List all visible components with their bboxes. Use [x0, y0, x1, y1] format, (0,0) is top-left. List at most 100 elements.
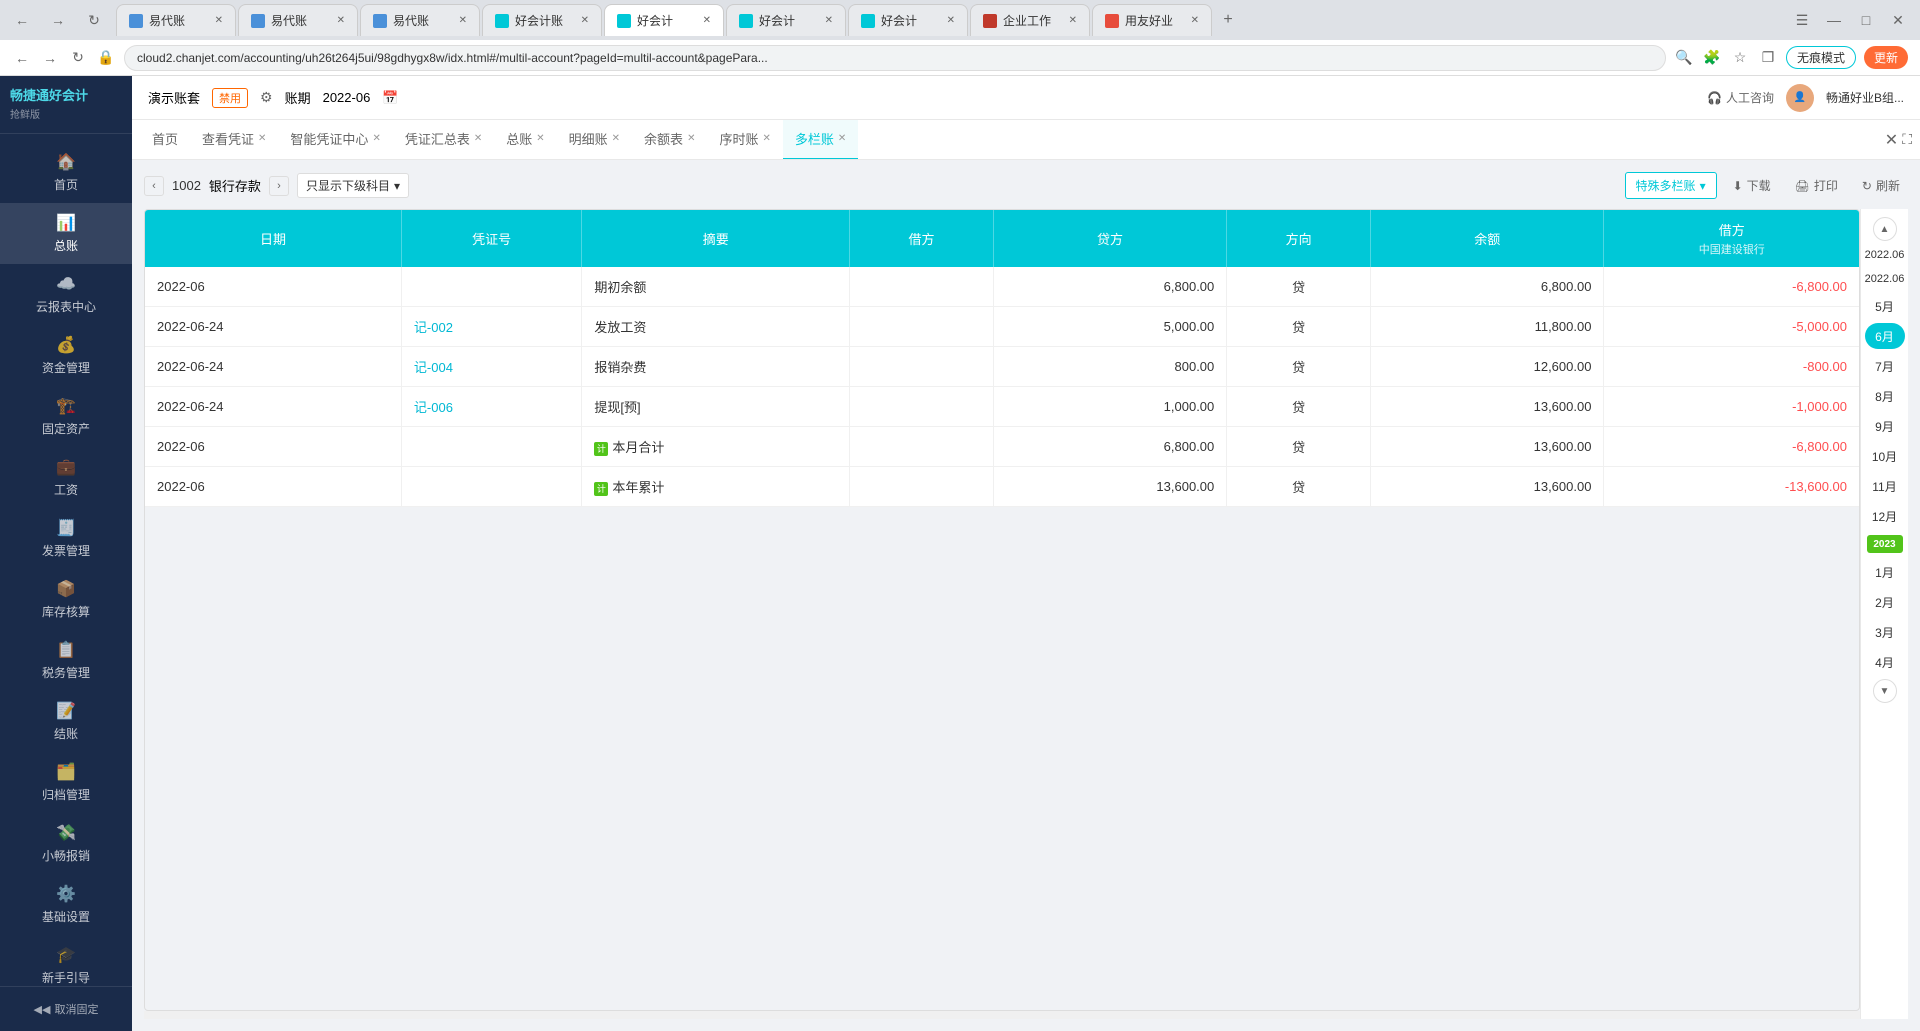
tab-home[interactable]: 首页: [140, 120, 190, 160]
voucher-link[interactable]: 记-002: [414, 320, 453, 335]
sidebar-item-archive[interactable]: 🗂️ 归档管理: [0, 752, 132, 813]
tab-close-5[interactable]: ✕: [703, 15, 711, 26]
new-tab-button[interactable]: +: [1214, 6, 1242, 34]
browser-tab-4[interactable]: 好会计账 ✕: [482, 4, 602, 36]
tab-multi-col[interactable]: 多栏账 ✕: [783, 120, 858, 160]
tab-close-8[interactable]: ✕: [1069, 15, 1077, 26]
tab-balance[interactable]: 余额表 ✕: [632, 120, 707, 160]
sidebar-item-payroll[interactable]: 💼 工资: [0, 447, 132, 508]
tab-voucher[interactable]: 查看凭证 ✕: [190, 120, 278, 160]
month-5[interactable]: 5月: [1865, 293, 1905, 319]
user-avatar[interactable]: 👤: [1786, 84, 1814, 112]
month-10[interactable]: 10月: [1865, 443, 1905, 469]
tab-multi-col-close[interactable]: ✕: [838, 133, 846, 144]
tab-balance-close[interactable]: ✕: [687, 133, 695, 144]
month-4[interactable]: 4月: [1865, 649, 1905, 675]
browser-tab-2[interactable]: 易代账 ✕: [238, 4, 358, 36]
sidebar-item-guide[interactable]: 🎓 新手引导: [0, 935, 132, 986]
tab-scroll-left[interactable]: ☰: [1788, 6, 1816, 34]
voucher-link[interactable]: 记-004: [414, 360, 453, 375]
sidebar-item-reports[interactable]: ☁️ 云报表中心: [0, 264, 132, 325]
tab-detail-ledger-close[interactable]: ✕: [612, 133, 620, 144]
calendar-icon[interactable]: 📅: [382, 90, 398, 106]
minimize-button[interactable]: —: [1820, 6, 1848, 34]
sidebar-item-expense[interactable]: 💸 小畅报销: [0, 813, 132, 874]
window-close-button[interactable]: ✕: [1884, 6, 1912, 34]
tab-detail-ledger[interactable]: 明细账 ✕: [557, 120, 632, 160]
browser-tab-3[interactable]: 易代账 ✕: [360, 4, 480, 36]
search-icon[interactable]: 🔍: [1674, 48, 1694, 68]
consult-button[interactable]: 🎧 人工咨询: [1707, 89, 1774, 106]
sidebar-item-settings[interactable]: ⚙️ 基础设置: [0, 874, 132, 935]
bottom-scrollbar[interactable]: [144, 1011, 1860, 1019]
tab-smart-voucher-close[interactable]: ✕: [372, 133, 380, 144]
sidebar-item-funds[interactable]: 💰 资金管理: [0, 325, 132, 386]
browser-tab-7[interactable]: 好会计 ✕: [848, 4, 968, 36]
tab-general-ledger[interactable]: 总账 ✕: [494, 120, 556, 160]
scroll-down-button[interactable]: ▼: [1873, 679, 1897, 703]
address-input[interactable]: [124, 45, 1666, 71]
tab-close-4[interactable]: ✕: [581, 15, 589, 26]
month-3[interactable]: 3月: [1865, 619, 1905, 645]
tab-close-3[interactable]: ✕: [459, 15, 467, 26]
restore-button[interactable]: □: [1852, 6, 1880, 34]
browser-tab-1[interactable]: 易代账 ✕: [116, 4, 236, 36]
multi-col-btn[interactable]: 特殊多栏账 ▾: [1625, 172, 1717, 199]
month-9[interactable]: 9月: [1865, 413, 1905, 439]
star-icon[interactable]: ☆: [1730, 48, 1750, 68]
refresh-button[interactable]: ↻ 刷新: [1854, 173, 1908, 198]
account-prev-button[interactable]: ‹: [144, 176, 164, 196]
month-8[interactable]: 8月: [1865, 383, 1905, 409]
extension-icon[interactable]: 🧩: [1702, 48, 1722, 68]
month-7[interactable]: 7月: [1865, 353, 1905, 379]
settings-icon[interactable]: ⚙: [260, 89, 273, 106]
update-button[interactable]: 更新: [1864, 46, 1908, 69]
sidebar-item-invoice[interactable]: 🧾 发票管理: [0, 508, 132, 569]
tab-close-2[interactable]: ✕: [337, 15, 345, 26]
tab-voucher-summary-close[interactable]: ✕: [474, 133, 482, 144]
back-button[interactable]: ←: [8, 6, 36, 34]
month-2[interactable]: 2月: [1865, 589, 1905, 615]
no-trace-button[interactable]: 无痕模式: [1786, 46, 1856, 69]
month-1[interactable]: 1月: [1865, 559, 1905, 585]
account-next-button[interactable]: ›: [269, 176, 289, 196]
tab-voucher-summary[interactable]: 凭证汇总表 ✕: [393, 120, 494, 160]
sidebar-item-home[interactable]: 🏠 首页: [0, 142, 132, 203]
sidebar-item-close[interactable]: 📝 结账: [0, 691, 132, 752]
tab-voucher-close[interactable]: ✕: [258, 133, 266, 144]
tab-journal[interactable]: 序时账 ✕: [707, 120, 782, 160]
refresh-button[interactable]: ↻: [80, 6, 108, 34]
tab-close-1[interactable]: ✕: [215, 15, 223, 26]
sidebar-item-inventory[interactable]: 📦 库存核算: [0, 569, 132, 630]
browser-tab-9[interactable]: 用友好业 ✕: [1092, 4, 1212, 36]
sidebar-item-tax[interactable]: 📋 税务管理: [0, 630, 132, 691]
sidebar-item-ledger[interactable]: 📊 总账: [0, 203, 132, 264]
download-button[interactable]: ⬇ 下载: [1725, 173, 1779, 198]
tab-smart-voucher[interactable]: 智能凭证中心 ✕: [278, 120, 392, 160]
back-addr-button[interactable]: ←: [12, 48, 32, 68]
tab-close-9[interactable]: ✕: [1191, 15, 1199, 26]
tab-close-6[interactable]: ✕: [825, 15, 833, 26]
sidebar-item-assets[interactable]: 🏗️ 固定资产: [0, 386, 132, 447]
browser-tab-8[interactable]: 企业工作 ✕: [970, 4, 1090, 36]
refresh-addr-button[interactable]: ↻: [68, 48, 88, 68]
browser-tab-6[interactable]: 好会计 ✕: [726, 4, 846, 36]
voucher-link[interactable]: 记-006: [414, 400, 453, 415]
sidebar-toggle-icon[interactable]: ❐: [1758, 48, 1778, 68]
tab-journal-close[interactable]: ✕: [762, 133, 770, 144]
right-panel: ▲ 2022.06 2022.06 5月 6月 7月 8月 9月 10月 11月…: [1860, 209, 1908, 1019]
month-6[interactable]: 6月: [1865, 323, 1905, 349]
unfix-button[interactable]: ◀◀ 取消固定: [8, 995, 124, 1023]
browser-tab-5[interactable]: 好会计 ✕: [604, 4, 724, 36]
panel-close-icon[interactable]: ✕: [1885, 130, 1898, 150]
tab-general-ledger-close[interactable]: ✕: [536, 133, 544, 144]
month-11[interactable]: 11月: [1865, 473, 1905, 499]
panel-expand-icon[interactable]: ⛶: [1902, 131, 1912, 148]
forward-addr-button[interactable]: →: [40, 48, 60, 68]
month-12[interactable]: 12月: [1865, 503, 1905, 529]
scroll-up-button[interactable]: ▲: [1873, 217, 1897, 241]
tab-close-7[interactable]: ✕: [947, 15, 955, 26]
subcategory-filter[interactable]: 只显示下级科目 ▾: [297, 173, 409, 198]
forward-button[interactable]: →: [44, 6, 72, 34]
print-button[interactable]: 🖨 打印: [1787, 173, 1846, 198]
